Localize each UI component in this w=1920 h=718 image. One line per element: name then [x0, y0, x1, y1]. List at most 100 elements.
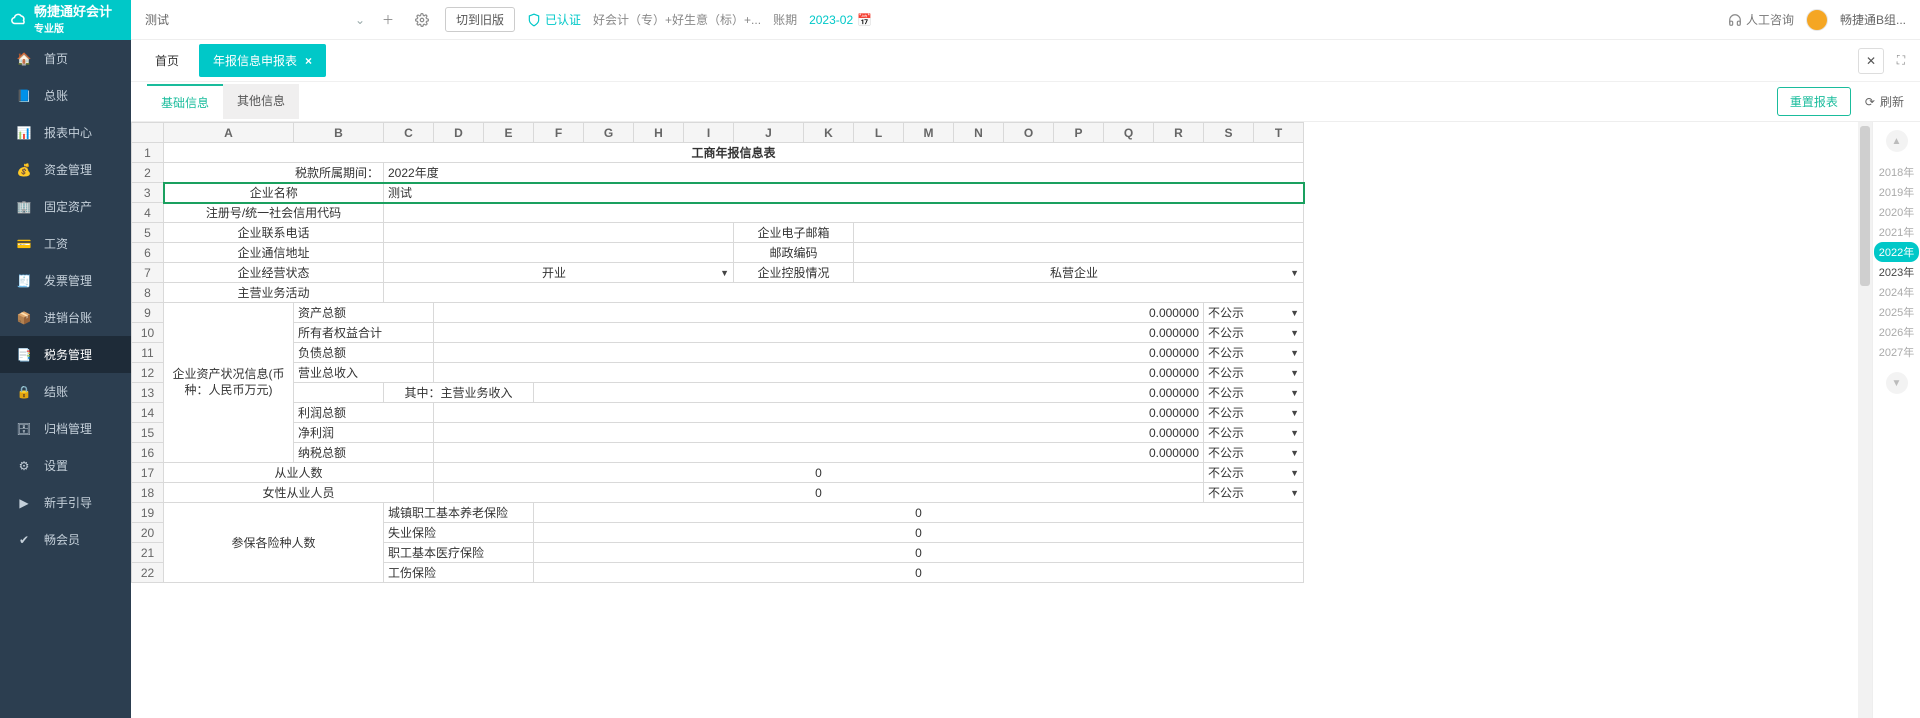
chevron-down-icon: ⌄ — [355, 13, 365, 27]
brand-edition: 专业版 — [34, 20, 112, 35]
tab-annual-report[interactable]: 年报信息申报表 × — [199, 44, 326, 77]
close-all-button[interactable]: ✕ — [1858, 48, 1884, 74]
brand-logo: 畅捷通好会计 专业版 — [0, 0, 131, 40]
company-name-label: 企业名称 — [164, 183, 384, 203]
spreadsheet[interactable]: ABCDEFGHIJKLMNOPQRST 1 工商年报信息表 2 税款所属期间：… — [131, 122, 1872, 718]
sidebar-item-label: 新手引导 — [44, 494, 92, 511]
col-head[interactable]: F — [534, 123, 584, 143]
company-selector[interactable]: 测试 ⌄ — [145, 11, 365, 28]
tab-bar: 首页 年报信息申报表 × ✕ ⛶ — [131, 40, 1920, 82]
stock-icon: 📦 — [16, 311, 32, 325]
sheet-corner[interactable] — [132, 123, 164, 143]
col-head[interactable]: H — [634, 123, 684, 143]
year-item[interactable]: 2023年 — [1874, 262, 1919, 282]
topbar: 测试 ⌄ ＋ 切到旧版 已认证 好会计（专）+好生意（标）+... 账期 202… — [131, 0, 1920, 40]
col-head[interactable]: C — [384, 123, 434, 143]
col-head[interactable]: B — [294, 123, 384, 143]
refresh-button[interactable]: ⟳ 刷新 — [1865, 93, 1904, 110]
col-head[interactable]: G — [584, 123, 634, 143]
close-icon[interactable]: × — [305, 54, 312, 68]
sidebar-item-invoice[interactable]: 🧾 发票管理 — [0, 262, 131, 299]
sidebar-item-label: 结账 — [44, 383, 68, 400]
col-head[interactable]: K — [804, 123, 854, 143]
insurance-group-label: 参保各险种人数 — [164, 503, 384, 583]
company-name-cell[interactable]: 测试 — [384, 183, 1304, 203]
sheet-title: 工商年报信息表 — [164, 143, 1304, 163]
settings-icon[interactable] — [411, 9, 433, 31]
year-item[interactable]: 2024年 — [1874, 282, 1919, 302]
period-range-value: 2022年度 — [384, 163, 1304, 183]
invoice-icon: 🧾 — [16, 274, 32, 288]
sidebar-item-vip[interactable]: ✔畅会员 — [0, 521, 131, 558]
sidebar-item-funds[interactable]: 💰资金管理 — [0, 151, 131, 188]
col-head[interactable]: S — [1204, 123, 1254, 143]
sidebar-item-home[interactable]: 🏠首页 — [0, 40, 131, 77]
period-range-label: 税款所属期间： — [164, 163, 384, 183]
refresh-icon: ⟳ — [1865, 95, 1875, 109]
col-head[interactable]: R — [1154, 123, 1204, 143]
year-item[interactable]: 2019年 — [1874, 182, 1919, 202]
col-head[interactable]: D — [434, 123, 484, 143]
sidebar-item-label: 发票管理 — [44, 272, 92, 289]
switch-old-button[interactable]: 切到旧版 — [445, 7, 515, 32]
close-icon: 🔒 — [16, 385, 32, 399]
product-label: 好会计（专）+好生意（标）+... — [593, 11, 761, 28]
col-head[interactable]: I — [684, 123, 734, 143]
year-item[interactable]: 2020年 — [1874, 202, 1919, 222]
sidebar-item-ledger[interactable]: 📘总账 — [0, 77, 131, 114]
year-item[interactable]: 2027年 — [1874, 342, 1919, 362]
cloud-icon — [10, 10, 28, 31]
user-name[interactable]: 畅捷通B组... — [1840, 11, 1906, 28]
help-link[interactable]: 人工咨询 — [1728, 11, 1794, 28]
sidebar-item-archive[interactable]: 🗄归档管理 — [0, 410, 131, 447]
chevron-up-icon[interactable]: ▲ — [1886, 130, 1908, 152]
col-head[interactable]: L — [854, 123, 904, 143]
sidebar-item-stock[interactable]: 📦进销台账 — [0, 299, 131, 336]
settings-icon: ⚙ — [16, 459, 32, 473]
subtab-other[interactable]: 其他信息 — [223, 84, 299, 119]
add-button[interactable]: ＋ — [377, 9, 399, 31]
year-item[interactable]: 2026年 — [1874, 322, 1919, 342]
col-head[interactable]: M — [904, 123, 954, 143]
expand-icon[interactable]: ⛶ — [1892, 53, 1910, 68]
sidebar-item-asset[interactable]: 🏢固定资产 — [0, 188, 131, 225]
sidebar-item-settings[interactable]: ⚙设置 — [0, 447, 131, 484]
chevron-down-icon[interactable]: ▼ — [1886, 372, 1908, 394]
scrollbar-thumb[interactable] — [1860, 126, 1870, 286]
dropdown-icon: ▼ — [720, 268, 729, 278]
col-head[interactable]: A — [164, 123, 294, 143]
tax-icon: 📑 — [16, 348, 32, 362]
col-head[interactable]: O — [1004, 123, 1054, 143]
archive-icon: 🗄 — [16, 422, 32, 436]
subtab-bar: 基础信息 其他信息 重置报表 ⟳ 刷新 — [131, 82, 1920, 122]
guide-icon: ▶ — [16, 496, 32, 510]
headset-icon — [1728, 13, 1742, 27]
sidebar-item-label: 税务管理 — [44, 346, 92, 363]
col-head[interactable]: T — [1254, 123, 1304, 143]
col-head[interactable]: E — [484, 123, 534, 143]
sidebar-item-close[interactable]: 🔒 结账 — [0, 373, 131, 410]
sidebar-item-tax[interactable]: 📑 税务管理 — [0, 336, 131, 373]
avatar[interactable] — [1806, 9, 1828, 31]
col-head[interactable]: N — [954, 123, 1004, 143]
funds-icon: 💰 — [16, 163, 32, 177]
vertical-scrollbar[interactable] — [1858, 122, 1872, 718]
year-item[interactable]: 2021年 — [1874, 222, 1919, 242]
tab-home[interactable]: 首页 — [141, 44, 193, 77]
year-rail: ▲ 2018年2019年2020年2021年2022年2023年2024年202… — [1872, 122, 1920, 718]
reset-report-button[interactable]: 重置报表 — [1777, 87, 1851, 116]
year-item[interactable]: 2025年 — [1874, 302, 1919, 322]
sidebar-item-chart[interactable]: 📊报表中心 — [0, 114, 131, 151]
subtab-basic[interactable]: 基础信息 — [147, 84, 223, 119]
sidebar-item-label: 首页 — [44, 50, 68, 67]
col-head[interactable]: P — [1054, 123, 1104, 143]
asset-icon: 🏢 — [16, 200, 32, 214]
year-item[interactable]: 2022年 — [1874, 242, 1919, 262]
year-item[interactable]: 2018年 — [1874, 162, 1919, 182]
sidebar-item-salary[interactable]: 💳工资 — [0, 225, 131, 262]
row-number[interactable]: 1 — [132, 143, 164, 163]
sidebar-item-guide[interactable]: ▶ 新手引导 — [0, 484, 131, 521]
col-head[interactable]: Q — [1104, 123, 1154, 143]
col-head[interactable]: J — [734, 123, 804, 143]
period-selector[interactable]: 2023-02 📅 — [809, 13, 872, 27]
